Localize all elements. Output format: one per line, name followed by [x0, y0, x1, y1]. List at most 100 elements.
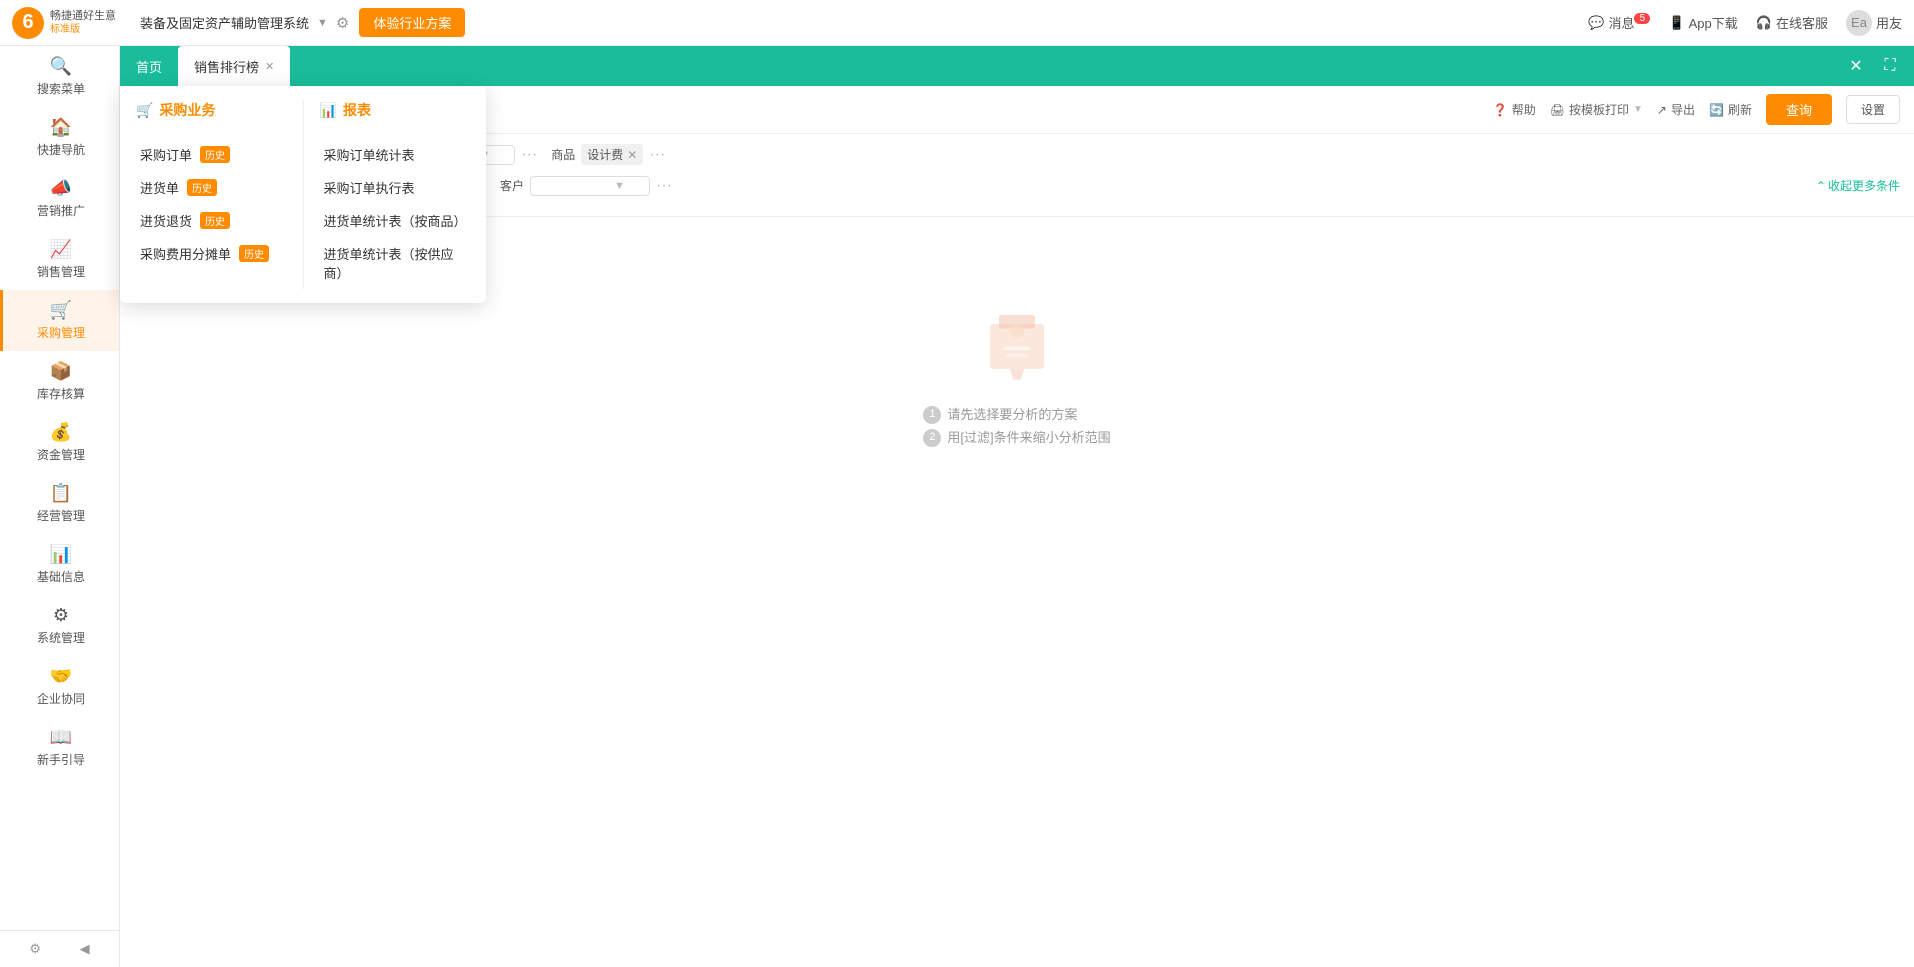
dropdown-incoming[interactable]: 进货单 历史 — [136, 171, 287, 204]
tab-sales-rank[interactable]: 销售排行榜 ✕ — [178, 46, 290, 86]
sidebar-item-finance[interactable]: 💰 资金管理 — [0, 412, 119, 473]
sidebar-item-marketing[interactable]: 📣 营销推广 — [0, 168, 119, 229]
avatar: Ea — [1846, 10, 1872, 36]
logo-icon: 6 — [12, 7, 44, 39]
collapse-area: ⌃ 收起更多条件 — [1816, 177, 1900, 194]
dropdown-purchase-order[interactable]: 采购订单 历史 — [136, 138, 287, 171]
query-btn[interactable]: 查询 — [1766, 94, 1832, 125]
settings-btn[interactable]: 设置 — [1846, 95, 1900, 124]
goods-more-icon[interactable]: ··· — [649, 146, 665, 164]
hist-badge-0: 历史 — [200, 146, 230, 163]
dropdown-return[interactable]: 进货退货 历史 — [136, 204, 287, 237]
footer-collapse-icon[interactable]: ◀ — [80, 941, 90, 957]
customer-more-icon[interactable]: ··· — [656, 177, 672, 195]
search-icon: 🔍 — [50, 56, 72, 77]
sidebar-footer: ⚙ ◀ — [0, 930, 119, 967]
gear-icon: ⚙ — [53, 605, 69, 626]
goods-chip: 设计费 ✕ — [581, 144, 643, 165]
expense-label: 采购费用分摊单 — [140, 244, 231, 263]
sidebar: 🔍 搜索菜单 🏠 快捷导航 📣 营销推广 📈 销售管理 🛒 采购管理 📦 库存核… — [0, 46, 120, 967]
money-icon: 💰 — [50, 422, 72, 443]
dropdown-purchase-col: 🛒 采购业务 采购订单 历史 进货单 历史 进货退货 历史 采购费用分摊单 历史 — [120, 100, 303, 289]
phone-icon: 📱 — [1668, 15, 1684, 31]
help-icon: ❓ — [1493, 103, 1508, 117]
system-title: 装备及固定资产辅助管理系统 ▼ ⚙ — [140, 13, 349, 32]
sidebar-item-enterprise[interactable]: 🤝 企业协同 — [0, 656, 119, 717]
hist-badge-3: 历史 — [239, 245, 269, 262]
cart-icon: 🛒 — [50, 300, 72, 321]
dropdown-arrow-icon[interactable]: ▼ — [317, 17, 328, 29]
content-body: 1 请先选择要分析的方案 2 用[过滤]条件来缩小分析范围 — [120, 217, 1914, 967]
purchase-icon: 🛒 — [136, 102, 153, 119]
print-dropdown-icon[interactable]: ▼ — [1633, 104, 1643, 115]
dropdown-purchase-title: 🛒 采购业务 — [136, 100, 287, 126]
logo-area: 6 畅捷通好生意 标准版 — [12, 7, 132, 39]
tab-expand-icon[interactable]: ⛶ — [1876, 52, 1904, 80]
header-right: 💬 消息 5 📱 App下载 🎧 在线客服 Ea 用友 — [1588, 10, 1902, 36]
hist-badge-1: 历史 — [187, 179, 217, 196]
report-icon: 📊 — [320, 102, 337, 119]
user-area[interactable]: Ea 用友 — [1846, 10, 1902, 36]
hist-badge-2: 历史 — [200, 212, 230, 229]
filter-customer: 客户 ▼ ··· — [500, 176, 672, 196]
export-icon: ↗ — [1657, 103, 1667, 117]
logo-text: 畅捷通好生意 标准版 — [50, 9, 116, 36]
dropdown-report-title: 📊 报表 — [320, 100, 471, 126]
sidebar-item-search[interactable]: 🔍 搜索菜单 — [0, 46, 119, 107]
dropdown-report-0[interactable]: 采购订单统计表 — [320, 138, 471, 171]
header-settings-icon[interactable]: ⚙ — [336, 14, 349, 32]
home-icon: 🏠 — [50, 117, 72, 138]
print-btn[interactable]: 🖨 按模板打印 ▼ — [1550, 101, 1643, 118]
customer-select[interactable]: ▼ — [530, 176, 650, 196]
tab-close-icon[interactable]: ✕ — [265, 60, 274, 73]
collapse-icon: ⌃ — [1816, 179, 1826, 193]
box-icon: 📦 — [50, 361, 72, 382]
refresh-btn[interactable]: 🔄 刷新 — [1709, 101, 1752, 118]
empty-tip-1: 1 请先选择要分析的方案 — [923, 403, 1110, 426]
dropdown-report-3[interactable]: 进货单统计表（按供应商） — [320, 237, 471, 289]
megaphone-icon: 📣 — [50, 178, 72, 199]
sidebar-item-operations[interactable]: 📋 经营管理 — [0, 473, 119, 534]
message-icon: 💬 — [1588, 15, 1604, 31]
refresh-icon: 🔄 — [1709, 103, 1724, 117]
tab-home[interactable]: 首页 — [120, 46, 178, 86]
customer-dropdown-icon: ▼ — [614, 180, 625, 192]
tab-close-all-icon[interactable]: ✕ — [1842, 52, 1870, 80]
collapse-btn[interactable]: ⌃ 收起更多条件 — [1816, 177, 1900, 194]
sidebar-item-quick[interactable]: 🏠 快捷导航 — [0, 107, 119, 168]
dropdown-menu: 🛒 采购业务 采购订单 历史 进货单 历史 进货退货 历史 采购费用分摊单 历史 — [120, 86, 486, 303]
help-btn[interactable]: ❓ 帮助 — [1493, 101, 1536, 118]
chart-icon: 📈 — [50, 239, 72, 260]
dropdown-expense[interactable]: 采购费用分摊单 历史 — [136, 237, 287, 270]
print-icon: 🖨 — [1550, 103, 1565, 117]
empty-tips: 1 请先选择要分析的方案 2 用[过滤]条件来缩小分析范围 — [923, 403, 1110, 450]
purchase-order-label: 采购订单 — [140, 145, 192, 164]
dropdown-report-1[interactable]: 采购订单执行表 — [320, 171, 471, 204]
headset-icon: 🎧 — [1756, 15, 1772, 31]
dropdown-report-2[interactable]: 进货单统计表（按商品） — [320, 204, 471, 237]
footer-settings-icon[interactable]: ⚙ — [29, 941, 41, 957]
tab-bar: 首页 销售排行榜 ✕ ✕ ⛶ — [120, 46, 1914, 86]
dropdown-overlay: 🛒 采购业务 采购订单 历史 进货单 历史 进货退货 历史 采购费用分摊单 历史 — [120, 86, 486, 303]
industry-btn[interactable]: 体验行业方案 — [359, 8, 465, 37]
sidebar-item-basic[interactable]: 📊 基础信息 — [0, 534, 119, 595]
online-service-btn[interactable]: 🎧 在线客服 — [1756, 13, 1828, 32]
table-icon: 📊 — [50, 544, 72, 565]
sidebar-item-inventory[interactable]: 📦 库存核算 — [0, 351, 119, 412]
app-download-btn[interactable]: 📱 App下载 — [1668, 13, 1737, 32]
empty-state-illustration — [972, 297, 1062, 387]
incoming-label: 进货单 — [140, 178, 179, 197]
book-icon: 📖 — [50, 727, 72, 748]
export-btn[interactable]: ↗ 导出 — [1657, 101, 1695, 118]
tab-bar-right: ✕ ⛶ — [1842, 52, 1914, 80]
filter-goods: 商品 设计费 ✕ ··· — [551, 144, 665, 165]
sidebar-item-guide[interactable]: 📖 新手引导 — [0, 717, 119, 778]
doc-status-more-icon[interactable]: ··· — [521, 146, 537, 164]
dropdown-report-col: 📊 报表 采购订单统计表 采购订单执行表 进货单统计表（按商品） 进货单统计表（… — [303, 100, 487, 289]
message-btn[interactable]: 💬 消息 5 — [1588, 13, 1650, 32]
sidebar-item-system[interactable]: ⚙ 系统管理 — [0, 595, 119, 656]
goods-chip-close-icon[interactable]: ✕ — [627, 148, 637, 162]
sidebar-item-purchase[interactable]: 🛒 采购管理 — [0, 290, 119, 351]
clipboard-icon: 📋 — [50, 483, 72, 504]
sidebar-item-sales[interactable]: 📈 销售管理 — [0, 229, 119, 290]
